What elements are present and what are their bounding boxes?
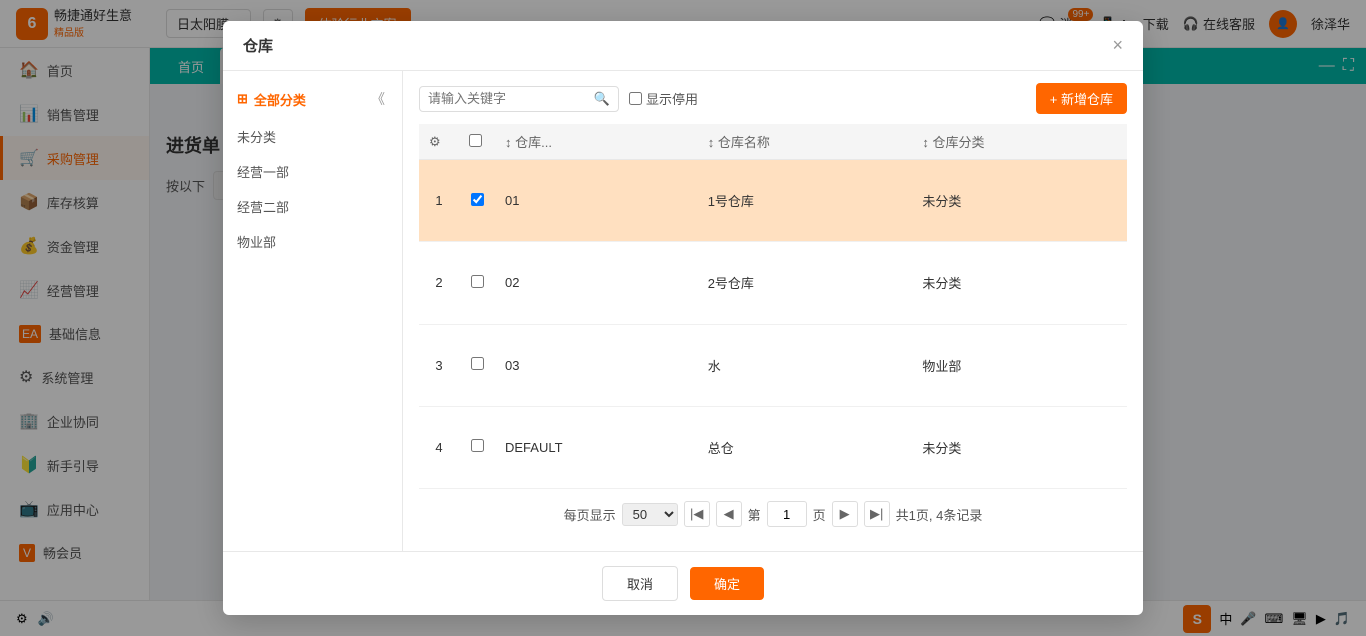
first-page-button[interactable]: |◀ [684,501,710,527]
row-checkbox-cell [459,406,495,488]
add-warehouse-button[interactable]: + 新增仓库 [1036,83,1127,114]
category-item-dept2[interactable]: 经营二部 [223,189,402,224]
collapse-button[interactable]: 《 [368,89,388,109]
total-label: 共1页, 4条记录 [896,505,983,524]
warehouse-table-body: 1 01 1号仓库 未分类 2 02 2号仓库 未分类 3 03 水 物业部 4… [419,160,1127,489]
row-name: 2号仓库 [698,242,913,324]
row-name: 1号仓库 [698,160,913,242]
col-check [459,124,495,160]
modal-header: 仓库 × [223,21,1143,71]
table-panel: 🔍 显示停用 + 新增仓库 ⚙ [403,71,1143,551]
row-code: 02 [495,242,698,324]
row-category: 未分类 [912,160,1127,242]
confirm-button[interactable]: 确定 [690,567,764,600]
row-checkbox-cell [459,324,495,406]
category-item-dept1[interactable]: 经营一部 [223,154,402,189]
per-page-label: 每页显示 [564,505,616,524]
grid-icon: ⊞ [237,91,248,107]
show-disabled-label[interactable]: 显示停用 [629,89,698,108]
category-all-label: 全部分类 [254,90,306,109]
select-all-checkbox[interactable] [469,134,482,147]
category-header: ⊞ 全部分类 《 [223,83,402,119]
row-code: 03 [495,324,698,406]
row-num: 4 [419,406,459,488]
col-code: ↕ 仓库... [495,124,698,160]
row-num: 1 [419,160,459,242]
row-category: 未分类 [912,242,1127,324]
row-code: 01 [495,160,698,242]
table-row[interactable]: 4 DEFAULT 总仓 未分类 [419,406,1127,488]
warehouse-modal: 仓库 × ⊞ 全部分类 《 未分类 经营一部 [223,21,1143,615]
modal-body: ⊞ 全部分类 《 未分类 经营一部 经营二部 物业部 [223,71,1143,551]
show-disabled-checkbox[interactable] [629,92,642,105]
row-code: DEFAULT [495,406,698,488]
row-checkbox[interactable] [471,275,484,288]
row-num: 2 [419,242,459,324]
modal-overlay: 仓库 × ⊞ 全部分类 《 未分类 经营一部 [0,0,1366,636]
row-checkbox-cell [459,160,495,242]
col-name: ↕ 仓库名称 [698,124,913,160]
modal-title: 仓库 [243,35,273,56]
table-toolbar: 🔍 显示停用 + 新增仓库 [419,83,1127,114]
search-wrap: 🔍 显示停用 [419,86,698,112]
modal-footer: 取消 确定 [223,551,1143,615]
row-checkbox[interactable] [471,439,484,452]
row-checkbox[interactable] [471,357,484,370]
col-category: ↕ 仓库分类 [912,124,1127,160]
page-input[interactable] [767,501,807,527]
search-input-wrap: 🔍 [419,86,619,112]
category-panel: ⊞ 全部分类 《 未分类 经营一部 经营二部 物业部 [223,71,403,551]
search-input[interactable] [428,91,590,106]
row-category: 物业部 [912,324,1127,406]
row-name: 水 [698,324,913,406]
row-checkbox-cell [459,242,495,324]
category-all[interactable]: ⊞ 全部分类 [237,90,306,109]
last-page-button[interactable]: ▶| [864,501,890,527]
category-item-property[interactable]: 物业部 [223,224,402,259]
per-page-select[interactable]: 50 100 [622,503,678,526]
warehouse-table: ⚙ ↕ 仓库... ↕ 仓库名称 ↕ 仓库分类 [419,124,1127,489]
category-item-unclassified[interactable]: 未分类 [223,119,402,154]
row-checkbox[interactable] [471,193,484,206]
row-num: 3 [419,324,459,406]
table-header-row: ⚙ ↕ 仓库... ↕ 仓库名称 ↕ 仓库分类 [419,124,1127,160]
row-name: 总仓 [698,406,913,488]
modal-close-button[interactable]: × [1112,35,1123,56]
page-label: 第 [748,505,761,524]
table-row[interactable]: 2 02 2号仓库 未分类 [419,242,1127,324]
search-icon: 🔍 [594,91,610,107]
next-page-button[interactable]: ▶ [832,501,858,527]
row-category: 未分类 [912,406,1127,488]
table-head: ⚙ ↕ 仓库... ↕ 仓库名称 ↕ 仓库分类 [419,124,1127,160]
table-row[interactable]: 3 03 水 物业部 [419,324,1127,406]
pagination: 每页显示 50 100 |◀ ◀ 第 页 ▶ ▶| 共1页, 4条记录 [419,489,1127,539]
prev-page-button[interactable]: ◀ [716,501,742,527]
col-num: ⚙ [419,124,459,160]
cancel-button[interactable]: 取消 [602,566,678,601]
page-suffix: 页 [813,505,826,524]
table-row[interactable]: 1 01 1号仓库 未分类 [419,160,1127,242]
